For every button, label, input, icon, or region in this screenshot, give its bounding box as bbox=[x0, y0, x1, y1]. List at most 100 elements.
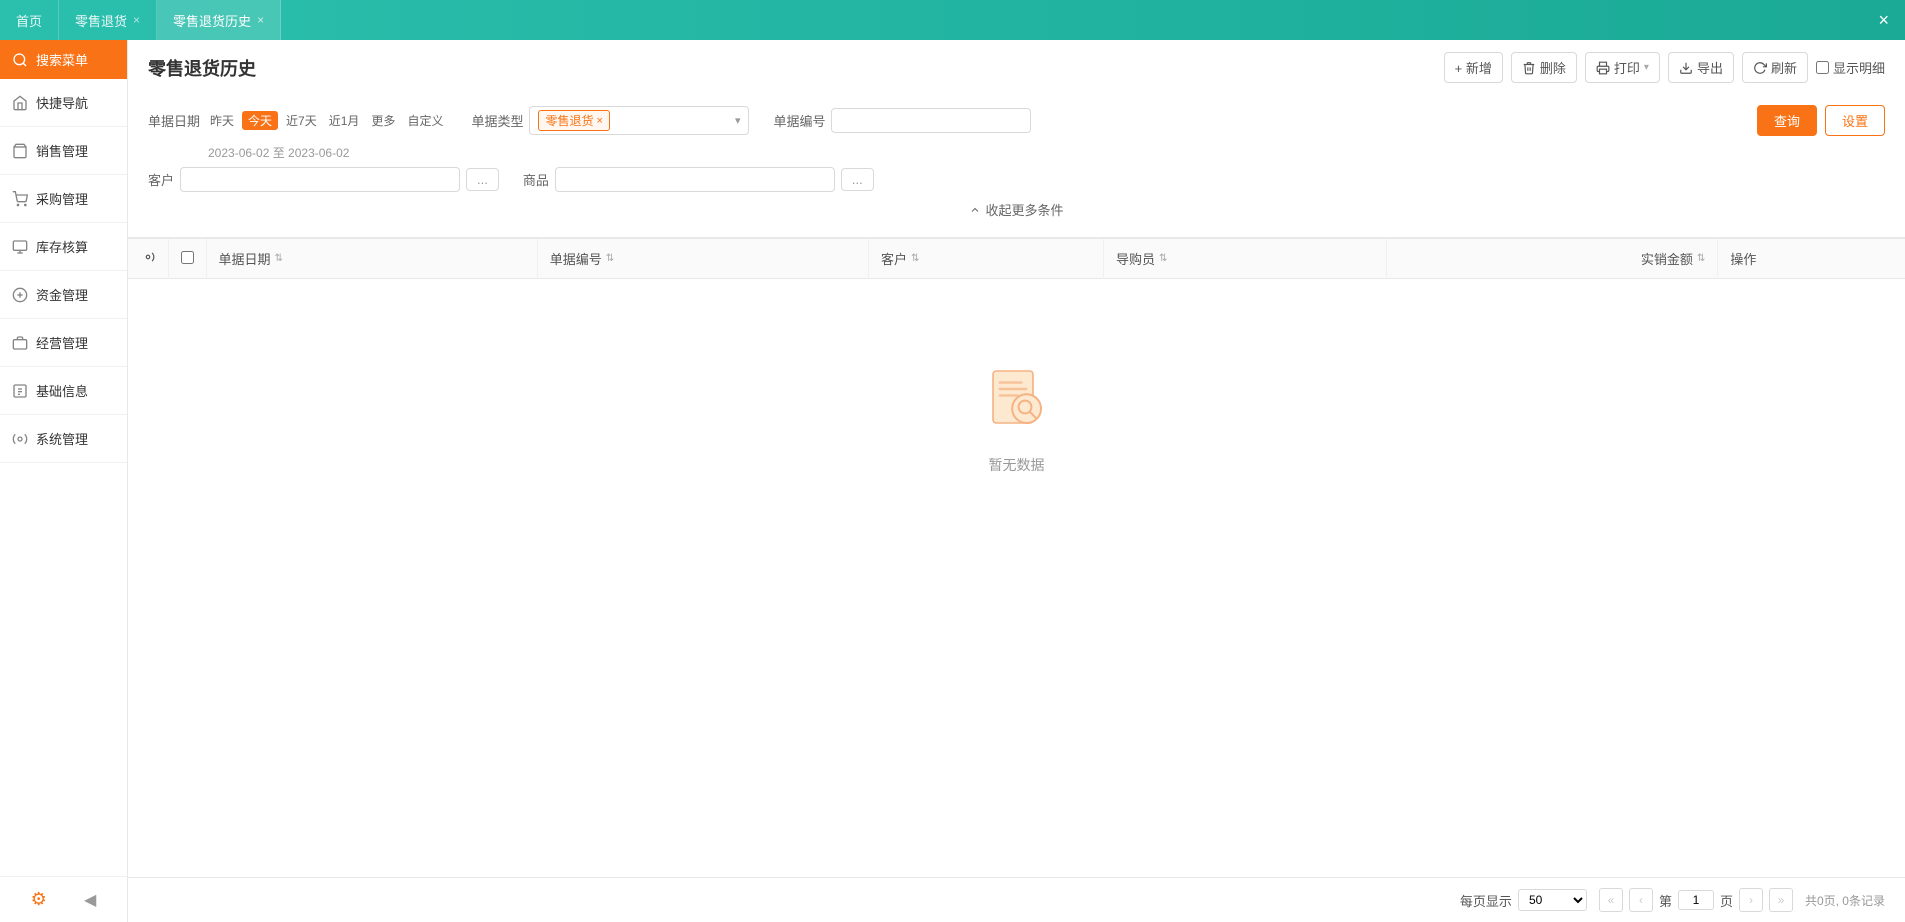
tab-retail-return-history-close[interactable]: × bbox=[257, 13, 264, 27]
sidebar-item-business[interactable]: 经营管理 bbox=[0, 319, 127, 367]
total-records-text: 共0页, 0条记录 bbox=[1805, 892, 1885, 909]
purchase-icon bbox=[12, 191, 28, 207]
th-guide-label: 导购员 bbox=[1116, 249, 1155, 268]
page-size-select-group: 每页显示 10 20 50 100 bbox=[1460, 889, 1587, 911]
export-button[interactable]: 导出 bbox=[1668, 52, 1734, 83]
th-doc-number-sort[interactable]: 单据编号 ⇅ bbox=[550, 249, 856, 268]
sidebar-item-sales[interactable]: 销售管理 bbox=[0, 127, 127, 175]
first-page-button[interactable]: « bbox=[1599, 888, 1623, 912]
tab-retail-return-close[interactable]: × bbox=[133, 13, 140, 27]
sort-icon-amount: ⇅ bbox=[1697, 253, 1705, 264]
search-icon bbox=[12, 52, 28, 68]
date-yesterday[interactable]: 昨天 bbox=[206, 111, 238, 130]
tab-home[interactable]: 首页 bbox=[0, 0, 59, 40]
sidebar: 搜索菜单 快捷导航 销售管理 采购管理 库存核算 bbox=[0, 40, 128, 922]
doc-number-filter-group: 单据编号 bbox=[773, 108, 1031, 133]
page-title-bar: 零售退货历史 + 新增 删除 打印 bbox=[148, 52, 1885, 83]
next-page-button[interactable]: › bbox=[1739, 888, 1763, 912]
main-layout: 搜索菜单 快捷导航 销售管理 采购管理 库存核算 bbox=[0, 40, 1905, 922]
sidebar-item-business-label: 经营管理 bbox=[36, 333, 88, 352]
page-number-input[interactable] bbox=[1678, 890, 1714, 910]
date-custom[interactable]: 自定义 bbox=[403, 111, 447, 130]
sort-icon-customer: ⇅ bbox=[911, 253, 919, 264]
sidebar-item-purchase[interactable]: 采购管理 bbox=[0, 175, 127, 223]
th-amount: 实销金额 ⇅ bbox=[1387, 239, 1718, 279]
add-button[interactable]: + 新增 bbox=[1444, 52, 1503, 83]
refresh-icon bbox=[1753, 61, 1767, 75]
th-action-label: 操作 bbox=[1730, 252, 1756, 267]
sidebar-item-inventory[interactable]: 库存核算 bbox=[0, 223, 127, 271]
window-close-button[interactable]: × bbox=[1862, 10, 1905, 31]
page-header: 零售退货历史 + 新增 删除 打印 bbox=[128, 40, 1905, 238]
show-detail-checkbox-label[interactable]: 显示明细 bbox=[1816, 58, 1885, 77]
th-amount-label: 实销金额 bbox=[1641, 249, 1693, 268]
page-label: 第 bbox=[1659, 891, 1672, 910]
product-ellipsis-btn[interactable]: ... bbox=[841, 168, 874, 191]
doc-type-chip-text: 零售退货 bbox=[545, 112, 593, 129]
sort-icon-guide: ⇅ bbox=[1159, 253, 1167, 264]
sort-icon-doc-date: ⇅ bbox=[275, 253, 283, 264]
date-range-display: 2023-06-02 至 2023-06-02 bbox=[208, 144, 1885, 161]
customer-input[interactable] bbox=[180, 167, 460, 192]
th-guide-sort[interactable]: 导购员 ⇅ bbox=[1116, 249, 1374, 268]
th-action: 操作 bbox=[1718, 239, 1905, 279]
select-all-checkbox[interactable] bbox=[181, 251, 194, 264]
sidebar-item-quick-nav-label: 快捷导航 bbox=[36, 93, 88, 112]
filter-row-1: 单据日期 昨天 今天 近7天 近1月 更多 自定义 单据类型 bbox=[148, 105, 1885, 136]
tab-home-label: 首页 bbox=[16, 11, 42, 30]
doc-type-label: 单据类型 bbox=[471, 111, 523, 130]
date-1month[interactable]: 近1月 bbox=[325, 111, 364, 130]
th-customer: 客户 ⇅ bbox=[869, 239, 1104, 279]
tab-retail-return-history-label: 零售退货历史 bbox=[173, 11, 251, 30]
sidebar-item-sales-label: 销售管理 bbox=[36, 141, 88, 160]
prev-page-button[interactable]: ‹ bbox=[1629, 888, 1653, 912]
sidebar-item-system[interactable]: 系统管理 bbox=[0, 415, 127, 463]
date-7days[interactable]: 近7天 bbox=[282, 111, 321, 130]
setting-button[interactable]: 设置 bbox=[1825, 105, 1885, 136]
sidebar-item-basic-info[interactable]: 基础信息 bbox=[0, 367, 127, 415]
export-icon bbox=[1679, 61, 1693, 75]
th-customer-sort[interactable]: 客户 ⇅ bbox=[881, 249, 1091, 268]
collapse-button[interactable]: 收起更多条件 bbox=[148, 200, 1885, 219]
doc-type-filter-group: 单据类型 零售退货 × ▾ bbox=[471, 106, 749, 135]
sales-icon bbox=[12, 143, 28, 159]
sidebar-item-quick-nav[interactable]: 快捷导航 bbox=[0, 79, 127, 127]
tab-retail-return-history[interactable]: 零售退货历史 × bbox=[157, 0, 281, 40]
sidebar-search[interactable]: 搜索菜单 bbox=[0, 40, 127, 79]
last-page-button[interactable]: » bbox=[1769, 888, 1793, 912]
refresh-button[interactable]: 刷新 bbox=[1742, 52, 1808, 83]
doc-type-select[interactable]: 零售退货 × ▾ bbox=[529, 106, 749, 135]
sidebar-item-finance[interactable]: 资金管理 bbox=[0, 271, 127, 319]
export-button-label: 导出 bbox=[1697, 58, 1723, 77]
print-button[interactable]: 打印 ▾ bbox=[1585, 52, 1660, 83]
sidebar-search-label: 搜索菜单 bbox=[36, 50, 88, 69]
tab-retail-return[interactable]: 零售退货 × bbox=[59, 0, 157, 40]
date-filter-label: 单据日期 bbox=[148, 111, 200, 130]
date-range-text: 2023-06-02 至 2023-06-02 bbox=[208, 146, 349, 160]
customer-ellipsis-btn[interactable]: ... bbox=[466, 168, 499, 191]
delete-button[interactable]: 删除 bbox=[1511, 52, 1577, 83]
table-header: 单据日期 ⇅ 单据编号 ⇅ 客户 bbox=[128, 239, 1905, 279]
toolbar-actions: + 新增 删除 打印 ▾ bbox=[1444, 52, 1885, 83]
column-settings-icon[interactable] bbox=[141, 250, 155, 264]
date-more[interactable]: 更多 bbox=[367, 111, 399, 130]
sidebar-settings-icon[interactable]: ⚙ bbox=[31, 889, 47, 910]
info-icon bbox=[12, 383, 28, 399]
page-size-dropdown[interactable]: 10 20 50 100 bbox=[1518, 889, 1587, 911]
print-button-label: 打印 bbox=[1614, 58, 1640, 77]
show-detail-checkbox[interactable] bbox=[1816, 61, 1829, 74]
sidebar-collapse-icon[interactable]: ◀ bbox=[84, 890, 96, 910]
doc-type-chip-close[interactable]: × bbox=[596, 115, 602, 127]
date-today[interactable]: 今天 bbox=[242, 111, 278, 130]
empty-state: 暂无数据 bbox=[128, 279, 1905, 555]
th-amount-sort[interactable]: 实销金额 ⇅ bbox=[1399, 249, 1705, 268]
setting-button-label: 设置 bbox=[1842, 114, 1868, 129]
product-input[interactable] bbox=[555, 167, 835, 192]
query-button[interactable]: 查询 bbox=[1757, 105, 1817, 136]
sidebar-bottom: ⚙ ◀ bbox=[0, 876, 127, 922]
th-doc-number: 单据编号 ⇅ bbox=[537, 239, 868, 279]
th-doc-date-sort[interactable]: 单据日期 ⇅ bbox=[219, 249, 525, 268]
pagination-bar: 每页显示 10 20 50 100 « ‹ 第 页 › » 共0页, 0条记录 bbox=[128, 877, 1905, 922]
doc-number-input[interactable] bbox=[831, 108, 1031, 133]
system-icon bbox=[12, 431, 28, 447]
